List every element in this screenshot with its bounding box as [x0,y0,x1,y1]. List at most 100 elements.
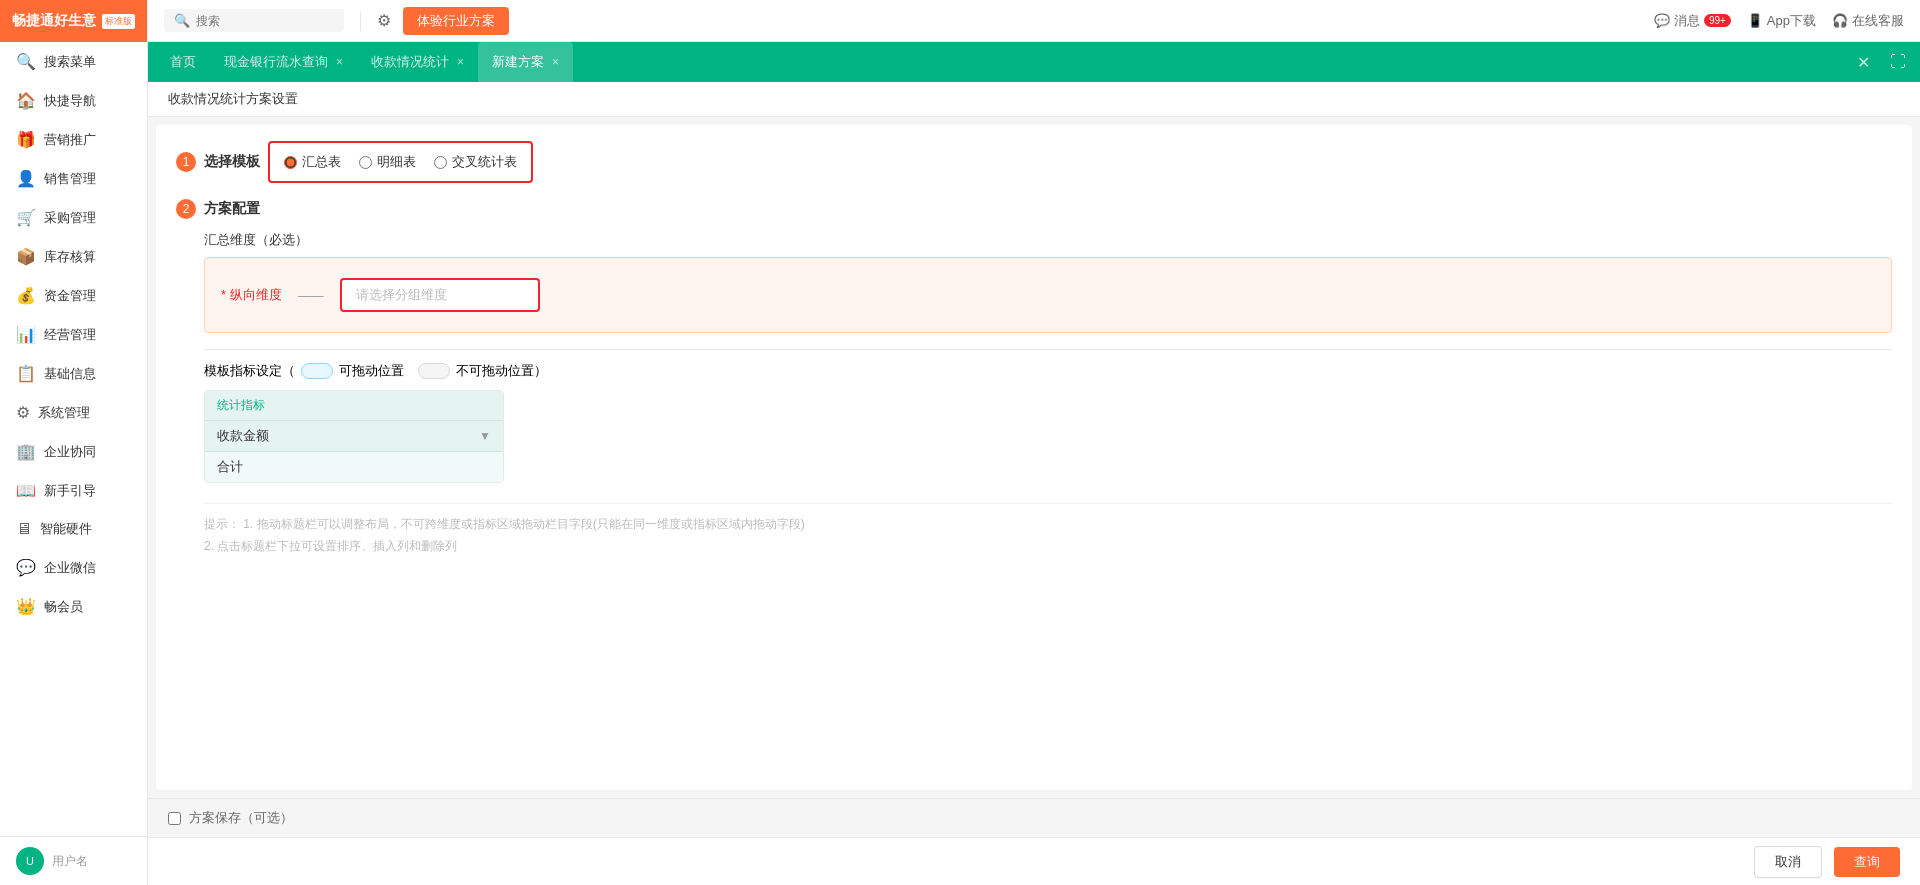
search-input[interactable] [196,14,326,28]
sidebar-item-enterprise[interactable]: 🏢 企业协同 [0,432,147,471]
static-hint-label: 不可拖动位置） [456,362,547,380]
summary-dimension-label: 汇总维度（必选） [204,231,1892,249]
system-icon: ⚙ [16,403,30,422]
radio-cross-label: 交叉统计表 [452,153,517,171]
query-button[interactable]: 查询 [1834,847,1900,877]
radio-cross[interactable]: 交叉统计表 [434,153,517,171]
support-label: 在线客服 [1852,12,1904,30]
download-icon: 📱 [1747,13,1763,28]
purchase-icon: 🛒 [16,208,36,227]
sidebar-item-basic-info[interactable]: 📋 基础信息 [0,354,147,393]
message-label: 消息 [1674,12,1700,30]
sidebar-label-member: 畅会员 [44,598,83,616]
draggable-hint-label: 可拖动位置 [339,362,404,380]
sidebar-item-marketing[interactable]: 🎁 营销推广 [0,120,147,159]
marketing-icon: 🎁 [16,130,36,149]
sidebar-label-operations: 经营管理 [44,326,96,344]
footer-bar: 取消 查询 [148,837,1920,885]
sidebar-item-wechat[interactable]: 💬 企业微信 [0,548,147,587]
metrics-table: 统计指标 收款金额 ▼ 合计 [204,390,504,483]
sidebar-item-purchase[interactable]: 🛒 采购管理 [0,198,147,237]
metrics-subtotal: 合计 [205,452,503,482]
search-box[interactable]: 🔍 [164,9,344,32]
save-option-bar: 方案保存（可选） [148,798,1920,837]
save-checkbox[interactable] [168,812,181,825]
radio-summary-input[interactable] [284,156,297,169]
metrics-section: 模板指标设定（ 可拖动位置 不可拖动位置） 统计指标 收款金额 ▼ [204,349,1892,483]
tab-close-new-plan[interactable]: × [552,55,559,69]
sidebar-item-finance[interactable]: 💰 资金管理 [0,276,147,315]
tab-label-new-plan: 新建方案 [492,53,544,71]
draggable-hint-dot [301,363,333,379]
sidebar-label-basic-info: 基础信息 [44,365,96,383]
sidebar-item-system[interactable]: ⚙ 系统管理 [0,393,147,432]
tab-home[interactable]: 首页 [156,42,210,82]
trial-button[interactable]: 体验行业方案 [403,7,509,35]
metrics-table-header: 统计指标 [205,391,503,421]
dimension-select[interactable]: 请选择分组维度 [340,278,540,312]
tab-bar: 首页现金银行流水查询× 收款情况统计 × 新建方案 × ✕ ⛶ [148,42,1920,82]
radio-summary[interactable]: 汇总表 [284,153,341,171]
tab-receipt-stats[interactable]: 收款情况统计 × [357,42,478,82]
sidebar-item-search-menu[interactable]: 🔍 搜索菜单 [0,42,147,81]
metrics-col-label: 收款金额 [217,427,269,445]
metrics-header-row: 模板指标设定（ 可拖动位置 不可拖动位置） [204,362,1892,380]
quick-nav-icon: 🏠 [16,91,36,110]
radio-detail-input[interactable] [359,156,372,169]
download-item[interactable]: 📱 App下载 [1747,12,1816,30]
radio-detail[interactable]: 明细表 [359,153,416,171]
main-content: 🔍 ⚙ 体验行业方案 💬 消息 99+ 📱 App下载 🎧 在线客服 首页现金银… [148,0,1920,885]
tab-close-receipt-stats[interactable]: × [457,55,464,69]
tab-bar-right: ✕ ⛶ [1851,51,1912,74]
radio-summary-label: 汇总表 [302,153,341,171]
row-dimension-label: * 纵向维度 [221,286,282,304]
sales-icon: 👤 [16,169,36,188]
close-all-icon[interactable]: ✕ [1851,51,1876,74]
sidebar-item-smart-hw[interactable]: 🖥 智能硬件 [0,510,147,548]
search-menu-icon: 🔍 [16,52,36,71]
sidebar-label-finance: 资金管理 [44,287,96,305]
tab-close-bank-flow[interactable]: × [336,55,343,69]
user-name: 用户名 [52,853,88,870]
support-item[interactable]: 🎧 在线客服 [1832,12,1904,30]
sidebar-item-inventory[interactable]: 📦 库存核算 [0,237,147,276]
finance-icon: 💰 [16,286,36,305]
step1-number: 1 [176,152,196,172]
message-item[interactable]: 💬 消息 99+ [1654,12,1731,30]
sidebar-item-operations[interactable]: 📊 经营管理 [0,315,147,354]
radio-cross-input[interactable] [434,156,447,169]
tips-area: 提示： 1. 拖动标题栏可以调整布局，不可跨维度或指标区域拖动栏目字段(只能在同… [204,503,1892,567]
top-header: 🔍 ⚙ 体验行业方案 💬 消息 99+ 📱 App下载 🎧 在线客服 [148,0,1920,42]
sidebar-item-newbie[interactable]: 📖 新手引导 [0,471,147,510]
gear-icon[interactable]: ⚙ [377,11,391,30]
inventory-icon: 📦 [16,247,36,266]
sidebar-item-member[interactable]: 👑 畅会员 [0,587,147,626]
sidebar-item-quick-nav[interactable]: 🏠 快捷导航 [0,81,147,120]
tab-label-receipt-stats: 收款情况统计 [371,53,449,71]
metrics-dropdown-icon[interactable]: ▼ [479,429,491,443]
metrics-section-label: 模板指标设定（ [204,362,295,380]
app-badge: 标准版 [102,14,135,29]
save-option-label: 方案保存（可选） [189,809,293,827]
cancel-button[interactable]: 取消 [1754,846,1822,878]
tab-new-plan[interactable]: 新建方案 × [478,42,573,82]
basic-info-icon: 📋 [16,364,36,383]
sidebar-label-wechat: 企业微信 [44,559,96,577]
content-area: 收款情况统计方案设置 1 选择模板 汇总表 [148,82,1920,837]
dimension-area: * 纵向维度 —— 请选择分组维度 [204,257,1892,333]
tip2: 2. 点击标题栏下拉可设置排序、插入列和删除列 [204,536,1892,558]
maximize-icon[interactable]: ⛶ [1884,51,1912,73]
sidebar-label-inventory: 库存核算 [44,248,96,266]
step2-body: 汇总维度（必选） * 纵向维度 —— 请选择分组维度 模板指标设定（ [204,231,1892,567]
tab-bank-flow[interactable]: 现金银行流水查询× [210,42,357,82]
sidebar-bottom: U 用户名 [0,836,147,885]
tip1-text: 提示： 1. 拖动标题栏可以调整布局，不可跨维度或指标区域拖动栏目字段(只能在同… [204,514,805,536]
header-divider [360,11,361,31]
sidebar-label-newbie: 新手引导 [44,482,96,500]
sidebar-item-sales[interactable]: 👤 销售管理 [0,159,147,198]
sidebar-label-marketing: 营销推广 [44,131,96,149]
sidebar-label-quick-nav: 快捷导航 [44,92,96,110]
sidebar: 畅捷通好生意 标准版 🔍 搜索菜单 🏠 快捷导航 🎁 营销推广 👤 销售管理 🛒… [0,0,148,885]
sidebar-label-sales: 销售管理 [44,170,96,188]
metrics-cell-amount: 收款金额 ▼ [205,421,503,452]
